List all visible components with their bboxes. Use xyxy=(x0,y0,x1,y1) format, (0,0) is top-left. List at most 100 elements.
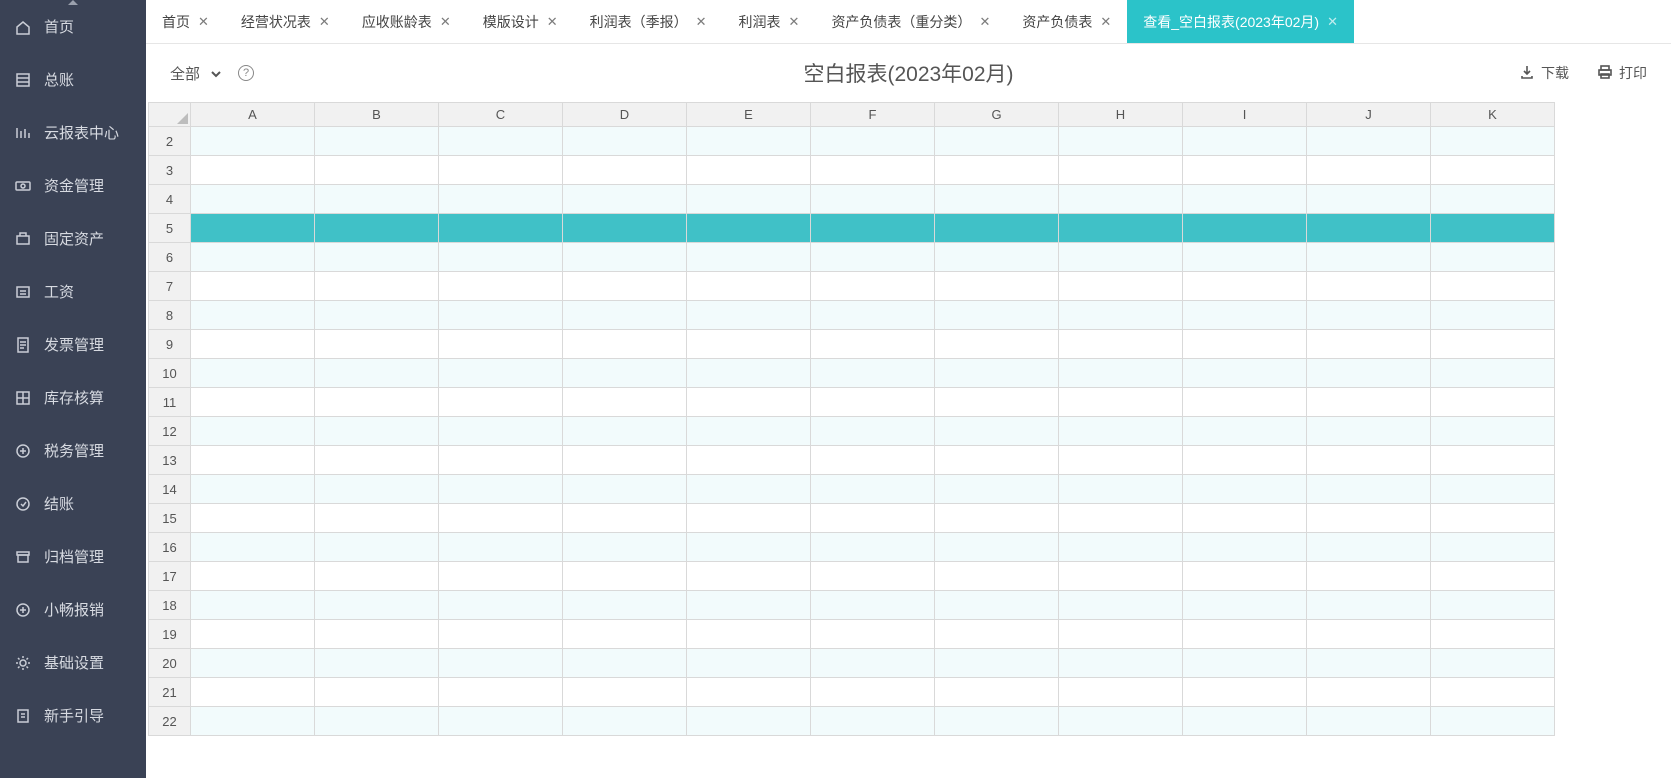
cell-D2[interactable] xyxy=(563,127,687,156)
cell-E12[interactable] xyxy=(687,417,811,446)
cell-D6[interactable] xyxy=(563,243,687,272)
cell-F10[interactable] xyxy=(811,359,935,388)
tab-5[interactable]: 利润表✕ xyxy=(723,0,816,43)
cell-B4[interactable] xyxy=(315,185,439,214)
cell-H18[interactable] xyxy=(1059,591,1183,620)
row-header-22[interactable]: 22 xyxy=(149,707,191,736)
cell-K15[interactable] xyxy=(1431,504,1555,533)
cell-B17[interactable] xyxy=(315,562,439,591)
sidebar-item-2[interactable]: 云报表中心 xyxy=(0,106,146,159)
cell-F3[interactable] xyxy=(811,156,935,185)
row-header-10[interactable]: 10 xyxy=(149,359,191,388)
cell-A15[interactable] xyxy=(191,504,315,533)
cell-B21[interactable] xyxy=(315,678,439,707)
column-header-I[interactable]: I xyxy=(1183,103,1307,127)
row-header-6[interactable]: 6 xyxy=(149,243,191,272)
cell-B8[interactable] xyxy=(315,301,439,330)
cell-K7[interactable] xyxy=(1431,272,1555,301)
filter-dropdown[interactable]: 全部 ? xyxy=(170,63,254,84)
print-button[interactable]: 打印 xyxy=(1597,63,1647,83)
cell-J14[interactable] xyxy=(1307,475,1431,504)
cell-B13[interactable] xyxy=(315,446,439,475)
cell-I2[interactable] xyxy=(1183,127,1307,156)
cell-K3[interactable] xyxy=(1431,156,1555,185)
cell-E9[interactable] xyxy=(687,330,811,359)
cell-A10[interactable] xyxy=(191,359,315,388)
cell-K5[interactable] xyxy=(1431,214,1555,243)
cell-E14[interactable] xyxy=(687,475,811,504)
cell-J13[interactable] xyxy=(1307,446,1431,475)
cell-K11[interactable] xyxy=(1431,388,1555,417)
cell-E16[interactable] xyxy=(687,533,811,562)
cell-I20[interactable] xyxy=(1183,649,1307,678)
cell-C9[interactable] xyxy=(439,330,563,359)
cell-B20[interactable] xyxy=(315,649,439,678)
cell-I9[interactable] xyxy=(1183,330,1307,359)
cell-F9[interactable] xyxy=(811,330,935,359)
cell-D14[interactable] xyxy=(563,475,687,504)
cell-C17[interactable] xyxy=(439,562,563,591)
cell-H14[interactable] xyxy=(1059,475,1183,504)
cell-B22[interactable] xyxy=(315,707,439,736)
cell-C22[interactable] xyxy=(439,707,563,736)
cell-J20[interactable] xyxy=(1307,649,1431,678)
cell-A6[interactable] xyxy=(191,243,315,272)
cell-K22[interactable] xyxy=(1431,707,1555,736)
tab-4[interactable]: 利润表（季报）✕ xyxy=(574,0,723,43)
cell-H4[interactable] xyxy=(1059,185,1183,214)
column-header-H[interactable]: H xyxy=(1059,103,1183,127)
cell-A22[interactable] xyxy=(191,707,315,736)
cell-H17[interactable] xyxy=(1059,562,1183,591)
cell-D18[interactable] xyxy=(563,591,687,620)
close-icon[interactable]: ✕ xyxy=(1327,14,1338,30)
help-icon[interactable]: ? xyxy=(238,65,254,81)
cell-K18[interactable] xyxy=(1431,591,1555,620)
cell-J12[interactable] xyxy=(1307,417,1431,446)
column-header-D[interactable]: D xyxy=(563,103,687,127)
select-all-corner[interactable] xyxy=(149,103,191,127)
cell-H16[interactable] xyxy=(1059,533,1183,562)
cell-J8[interactable] xyxy=(1307,301,1431,330)
cell-G16[interactable] xyxy=(935,533,1059,562)
cell-D3[interactable] xyxy=(563,156,687,185)
cell-H11[interactable] xyxy=(1059,388,1183,417)
column-header-C[interactable]: C xyxy=(439,103,563,127)
cell-K14[interactable] xyxy=(1431,475,1555,504)
sidebar-item-1[interactable]: 总账 xyxy=(0,53,146,106)
cell-F17[interactable] xyxy=(811,562,935,591)
cell-A2[interactable] xyxy=(191,127,315,156)
cell-A16[interactable] xyxy=(191,533,315,562)
cell-G4[interactable] xyxy=(935,185,1059,214)
cell-A4[interactable] xyxy=(191,185,315,214)
cell-K20[interactable] xyxy=(1431,649,1555,678)
cell-F22[interactable] xyxy=(811,707,935,736)
cell-C5[interactable] xyxy=(439,214,563,243)
cell-E2[interactable] xyxy=(687,127,811,156)
cell-H20[interactable] xyxy=(1059,649,1183,678)
cell-J21[interactable] xyxy=(1307,678,1431,707)
cell-H15[interactable] xyxy=(1059,504,1183,533)
cell-C3[interactable] xyxy=(439,156,563,185)
cell-G12[interactable] xyxy=(935,417,1059,446)
cell-A18[interactable] xyxy=(191,591,315,620)
cell-C11[interactable] xyxy=(439,388,563,417)
tab-8[interactable]: 查看_空白报表(2023年02月)✕ xyxy=(1127,0,1354,43)
cell-J18[interactable] xyxy=(1307,591,1431,620)
cell-E7[interactable] xyxy=(687,272,811,301)
cell-G11[interactable] xyxy=(935,388,1059,417)
sidebar-item-13[interactable]: 新手引导 xyxy=(0,689,146,742)
close-icon[interactable]: ✕ xyxy=(696,14,707,30)
cell-F12[interactable] xyxy=(811,417,935,446)
cell-B16[interactable] xyxy=(315,533,439,562)
cell-G22[interactable] xyxy=(935,707,1059,736)
cell-I19[interactable] xyxy=(1183,620,1307,649)
cell-G17[interactable] xyxy=(935,562,1059,591)
row-header-20[interactable]: 20 xyxy=(149,649,191,678)
cell-I4[interactable] xyxy=(1183,185,1307,214)
cell-J16[interactable] xyxy=(1307,533,1431,562)
cell-J22[interactable] xyxy=(1307,707,1431,736)
cell-D19[interactable] xyxy=(563,620,687,649)
row-header-4[interactable]: 4 xyxy=(149,185,191,214)
cell-E15[interactable] xyxy=(687,504,811,533)
cell-C21[interactable] xyxy=(439,678,563,707)
